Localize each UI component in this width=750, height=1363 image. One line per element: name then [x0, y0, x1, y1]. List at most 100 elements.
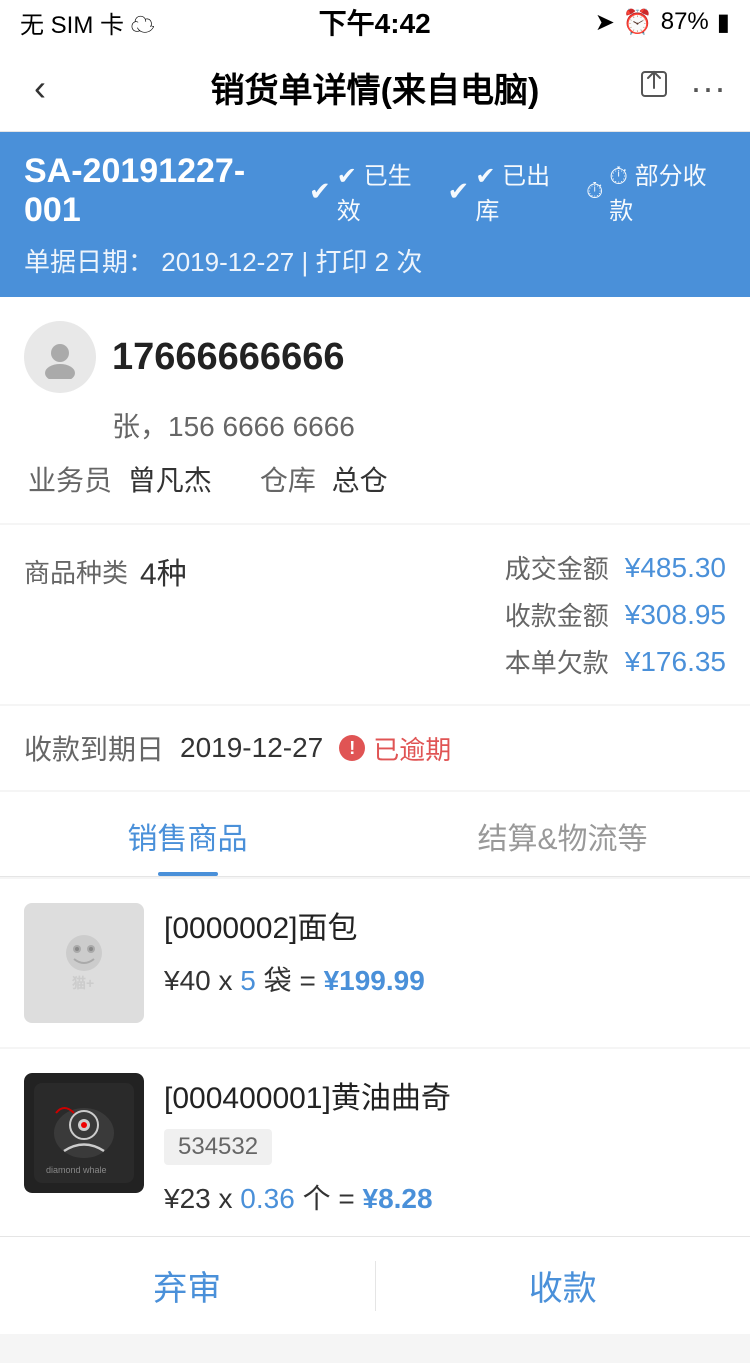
bottom-bar: 弃审 收款: [0, 1236, 750, 1334]
product-info-2: [000400001]黄油曲奇 534532 ¥23 x 0.36 个 = ¥8…: [164, 1073, 726, 1217]
customer-sub-info: 张，156 6666 6666: [24, 405, 726, 445]
cancel-button[interactable]: 弃审: [0, 1237, 375, 1334]
nav-bar: ‹ 销货单详情(来自电脑) ···: [0, 44, 750, 132]
tab-settlement-label: 结算&物流等: [477, 823, 647, 856]
list-item: 猫+ [0000002]面包 ¥40 x 5 袋 = ¥199.99: [0, 879, 750, 1047]
status-bar: 无 SIM 卡 ☁ 下午4:42 ➤ ⏰ 87% ▮: [0, 0, 750, 44]
debt-amount-row: 本单欠款 ¥176.35: [505, 643, 726, 680]
order-id: SA-20191227-001: [24, 152, 293, 230]
product-multiply-2: x: [219, 1183, 241, 1214]
warehouse-label: 仓库: [260, 465, 316, 496]
svg-text:diamond whale: diamond whale: [46, 1165, 107, 1175]
sim-status: 无 SIM 卡 ☁: [20, 5, 155, 40]
product-kinds-label: 商品种类: [24, 553, 128, 590]
salesperson-info: 业务员 曾凡杰: [28, 459, 212, 499]
product-kinds-value: 4种: [140, 549, 187, 593]
confirm-button[interactable]: 收款: [376, 1237, 750, 1334]
stats-right: 成交金额 ¥485.30 收款金额 ¥308.95 本单欠款 ¥176.35: [505, 549, 726, 680]
customer-row: 17666666666: [24, 321, 726, 393]
due-label: 收款到期日: [24, 728, 164, 768]
tab-sales-label: 销售商品: [128, 823, 248, 856]
product-qty-1: 5: [240, 965, 256, 996]
deal-amount-label: 成交金额: [505, 549, 609, 586]
product-list: 猫+ [0000002]面包 ¥40 x 5 袋 = ¥199.99: [0, 879, 750, 1241]
alarm-icon: ⏰: [623, 8, 653, 37]
badge-effective: ✔ ✔ 已生效: [309, 156, 432, 226]
share-icon[interactable]: [638, 67, 670, 109]
product-unit-2: 个: [303, 1183, 331, 1214]
salesperson-label: 业务员: [28, 465, 112, 496]
warehouse-info: 仓库 总仓: [260, 459, 388, 499]
deal-amount-row: 成交金额 ¥485.30: [505, 549, 726, 586]
product-spec-badge-2: 534532: [164, 1129, 272, 1165]
product-image-placeholder-1: 猫+: [24, 903, 144, 1023]
tab-sales-products[interactable]: 销售商品: [0, 792, 375, 876]
status-right: ➤ ⏰ 87% ▮: [595, 8, 730, 37]
more-icon[interactable]: ···: [690, 67, 726, 109]
header-banner: SA-20191227-001 ✔ ✔ 已生效 ✔ ✔ 已出库 ⏱ ⏱ 部分收款…: [0, 132, 750, 297]
receipt-amount-row: 收款金额 ¥308.95: [505, 596, 726, 633]
product-equals-1: =: [299, 965, 323, 996]
page-title: 销货单详情(来自电脑): [211, 63, 540, 112]
list-item: diamond whale [000400001]黄油曲奇 534532 ¥23…: [0, 1049, 750, 1241]
check-icon-effective: ✔: [309, 176, 331, 207]
product-price-line-2: ¥23 x 0.36 个 = ¥8.28: [164, 1177, 726, 1217]
stats-section: 商品种类 4种 成交金额 ¥485.30 收款金额 ¥308.95 本单欠款 ¥…: [0, 525, 750, 704]
overdue-icon: !: [339, 735, 365, 761]
product-unit-price-2: ¥23: [164, 1183, 211, 1214]
customer-section: 17666666666 张，156 6666 6666 业务员 曾凡杰 仓库 总…: [0, 297, 750, 523]
product-unit-1: 袋: [264, 965, 292, 996]
status-time: 下午4:42: [319, 2, 431, 42]
product-code-name-2: [000400001]黄油曲奇: [164, 1073, 726, 1117]
debt-amount-label: 本单欠款: [505, 643, 609, 680]
back-button[interactable]: ‹: [24, 57, 56, 119]
check-icon-shipped: ✔: [448, 176, 470, 207]
header-row2: 单据日期： 2019-12-27 | 打印 2 次: [24, 242, 726, 279]
header-row1: SA-20191227-001 ✔ ✔ 已生效 ✔ ✔ 已出库 ⏱ ⏱ 部分收款: [24, 152, 726, 230]
product-qty-2: 0.36: [240, 1183, 295, 1214]
svg-text:猫+: 猫+: [72, 975, 94, 991]
stats-left: 商品种类 4种: [24, 549, 505, 593]
product-code-name-1: [0000002]面包: [164, 903, 726, 947]
avatar: [24, 321, 96, 393]
product-equals-2: =: [338, 1183, 362, 1214]
product-total-1: ¥199.99: [324, 965, 425, 996]
location-icon: ➤: [595, 8, 615, 37]
due-date-value: 2019-12-27: [180, 732, 323, 764]
product-name-2: 黄油曲奇: [331, 1082, 451, 1115]
overdue-badge: ! 已逾期: [339, 730, 451, 767]
due-section: 收款到期日 2019-12-27 ! 已逾期: [0, 706, 750, 790]
product-code-2: [000400001]: [164, 1082, 331, 1115]
customer-meta: 业务员 曾凡杰 仓库 总仓: [24, 459, 726, 499]
date-label: 单据日期：: [24, 247, 154, 277]
badge-partial-label: ⏱ 部分收款: [609, 156, 726, 226]
product-unit-price-1: ¥40: [164, 965, 211, 996]
overdue-text: 已逾期: [373, 730, 451, 767]
badge-partial-payment: ⏱ ⏱ 部分收款: [586, 156, 726, 226]
tabs-container: 销售商品 结算&物流等: [0, 792, 750, 877]
badge-effective-label: ✔ 已生效: [337, 156, 432, 226]
salesperson-value: 曾凡杰: [128, 465, 212, 496]
status-left: 无 SIM 卡 ☁: [20, 5, 155, 40]
tab-settlement[interactable]: 结算&物流等: [375, 792, 750, 876]
product-thumb-2: diamond whale: [24, 1073, 144, 1193]
clock-icon: ⏱: [586, 178, 603, 204]
warehouse-value: 总仓: [332, 465, 388, 496]
deal-amount-value: ¥485.30: [625, 552, 726, 584]
receipt-amount-value: ¥308.95: [625, 599, 726, 631]
battery-icon: ▮: [717, 8, 730, 37]
product-name-1: 面包: [297, 912, 357, 945]
product-total-2: ¥8.28: [363, 1183, 433, 1214]
nav-right-actions: ···: [638, 67, 726, 109]
product-kinds: 商品种类 4种: [24, 549, 505, 593]
product-info-1: [0000002]面包 ¥40 x 5 袋 = ¥199.99: [164, 903, 726, 999]
badge-shipped: ✔ ✔ 已出库: [448, 156, 571, 226]
product-price-line-1: ¥40 x 5 袋 = ¥199.99: [164, 959, 726, 999]
product-multiply-1: x: [219, 965, 241, 996]
product-thumb-1: 猫+: [24, 903, 144, 1023]
battery-status: 87%: [661, 8, 709, 36]
date-value: 2019-12-27: [161, 247, 294, 277]
debt-amount-value: ¥176.35: [625, 646, 726, 678]
receipt-amount-label: 收款金额: [505, 596, 609, 633]
product-code-1: [0000002]: [164, 912, 297, 945]
